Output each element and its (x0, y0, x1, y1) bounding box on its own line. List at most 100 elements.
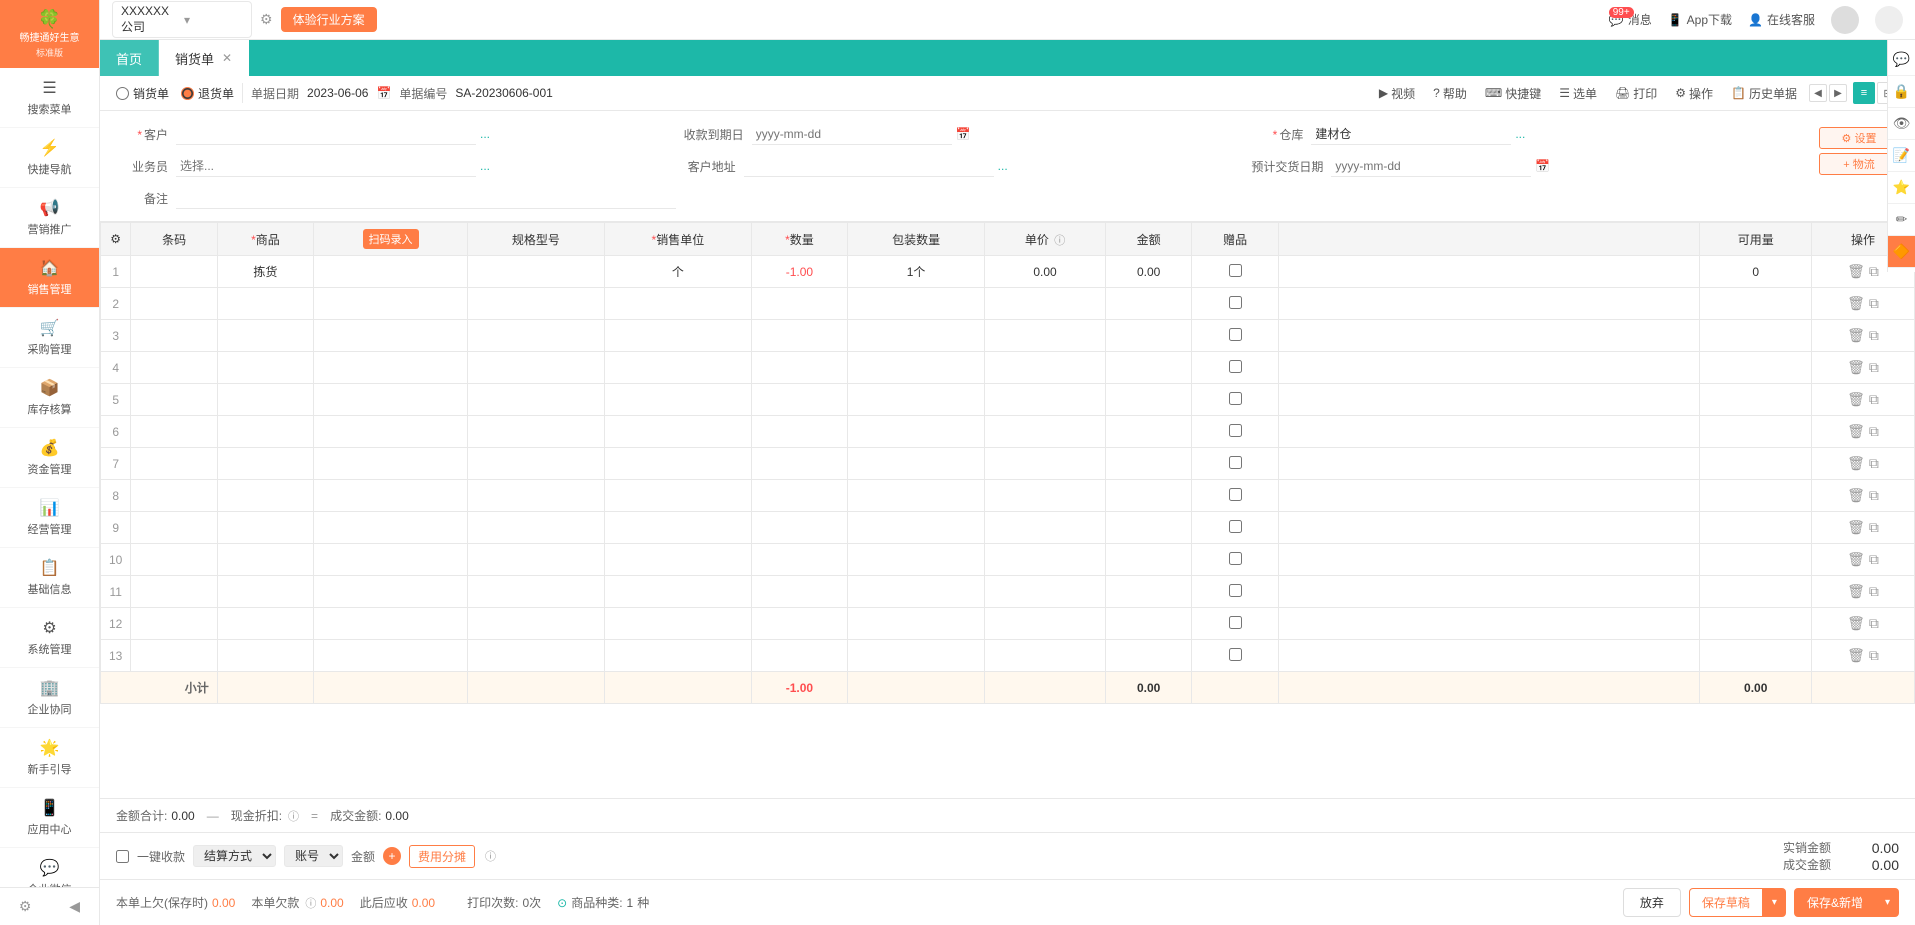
td-quantity[interactable] (751, 640, 847, 672)
td-spec[interactable] (467, 416, 604, 448)
td-quantity[interactable] (751, 384, 847, 416)
next-record-btn[interactable]: ▶ (1829, 84, 1847, 102)
gift-checkbox[interactable] (1229, 616, 1242, 629)
right-panel-alert-btn[interactable]: 🔶 (1888, 236, 1915, 268)
td-barcode[interactable] (131, 640, 217, 672)
th-settings[interactable]: ⚙ (101, 223, 131, 256)
tab-sales-order[interactable]: 销货单 ✕ (159, 40, 249, 76)
gift-checkbox[interactable] (1229, 392, 1242, 405)
td-product-1[interactable]: 拣货 (217, 256, 313, 288)
sales-order-radio[interactable] (116, 87, 129, 100)
td-unit[interactable] (604, 352, 751, 384)
td-quantity[interactable] (751, 320, 847, 352)
copy-row-1-btn[interactable]: ⧉ (1869, 263, 1879, 280)
settlement-method-select[interactable]: 结算方式 (193, 845, 276, 867)
discount-info-icon[interactable]: ⓘ (288, 808, 299, 824)
experience-btn[interactable]: 体验行业方案 (281, 7, 377, 32)
td-amount[interactable] (1105, 608, 1191, 640)
due-date-calendar-icon[interactable]: 📅 (956, 127, 971, 141)
save-new-dropdown-btn[interactable]: ▾ (1876, 888, 1899, 917)
sidebar-item-sales[interactable]: 🏠 销售管理 (0, 248, 99, 308)
td-unit[interactable] (604, 608, 751, 640)
td-unit[interactable] (604, 448, 751, 480)
prev-record-btn[interactable]: ◀ (1809, 84, 1827, 102)
print-btn[interactable]: 🖨 打印 (1609, 83, 1663, 104)
gift-checkbox[interactable] (1229, 328, 1242, 341)
help-btn[interactable]: ? 帮助 (1427, 83, 1473, 104)
customer-input[interactable] (176, 123, 476, 145)
gift-checkbox[interactable] (1229, 648, 1242, 661)
td-unit-price[interactable] (985, 288, 1106, 320)
gift-checkbox[interactable] (1229, 488, 1242, 501)
customer-address-input[interactable] (744, 155, 994, 177)
salesperson-input[interactable] (176, 155, 476, 177)
delivery-date-input[interactable] (1331, 155, 1531, 177)
td-pack-qty[interactable] (848, 640, 985, 672)
expense-split-info-icon[interactable]: ⓘ (485, 848, 496, 864)
list-view-btn[interactable]: ≡ (1853, 82, 1875, 104)
arrears-info-icon[interactable]: ⓘ (305, 895, 316, 911)
td-quantity[interactable] (751, 480, 847, 512)
td-amount[interactable] (1105, 576, 1191, 608)
copy-row-btn[interactable]: ⧉ (1869, 391, 1879, 408)
td-spec[interactable] (467, 480, 604, 512)
td-unit[interactable] (604, 416, 751, 448)
td-product[interactable] (217, 384, 313, 416)
td-amount[interactable] (1105, 352, 1191, 384)
td-gift-1[interactable] (1192, 256, 1278, 288)
one-click-payment-checkbox[interactable] (116, 850, 129, 863)
calendar-icon[interactable]: 📅 (376, 86, 391, 100)
td-product[interactable] (217, 448, 313, 480)
select-order-btn[interactable]: ☰ 选单 (1553, 83, 1603, 104)
td-spec[interactable] (467, 640, 604, 672)
user-avatar[interactable] (1831, 6, 1859, 34)
td-amount[interactable] (1105, 544, 1191, 576)
td-pack-qty[interactable] (848, 288, 985, 320)
add-payment-btn[interactable]: + (383, 847, 401, 865)
td-product[interactable] (217, 288, 313, 320)
td-pack-qty[interactable] (848, 320, 985, 352)
td-product[interactable] (217, 480, 313, 512)
sidebar-collapse-btn[interactable]: ◀ (69, 898, 80, 915)
salesperson-ellipsis-btn[interactable]: ... (480, 159, 490, 173)
gift-checkbox-1[interactable] (1229, 264, 1242, 277)
warehouse-input[interactable] (1311, 123, 1511, 145)
td-spec-1[interactable] (467, 256, 604, 288)
user-avatar-2[interactable] (1875, 6, 1903, 34)
td-pack-qty[interactable] (848, 480, 985, 512)
sidebar-item-finance[interactable]: 💰 资金管理 (0, 428, 99, 488)
td-barcode[interactable] (131, 608, 217, 640)
td-amount[interactable] (1105, 320, 1191, 352)
account-select[interactable]: 账号 (284, 845, 343, 867)
td-pack-qty[interactable] (848, 352, 985, 384)
gift-checkbox[interactable] (1229, 424, 1242, 437)
td-unit-price[interactable] (985, 640, 1106, 672)
delete-row-btn[interactable]: 🗑 (1847, 583, 1865, 600)
td-unit[interactable] (604, 384, 751, 416)
sidebar-item-operations[interactable]: 📊 经营管理 (0, 488, 99, 548)
delete-row-btn[interactable]: 🗑 (1847, 295, 1865, 312)
gift-checkbox[interactable] (1229, 552, 1242, 565)
td-unit-price[interactable] (985, 480, 1106, 512)
td-product[interactable] (217, 608, 313, 640)
td-spec[interactable] (467, 384, 604, 416)
copy-row-btn[interactable]: ⧉ (1869, 551, 1879, 568)
td-pack-qty[interactable] (848, 416, 985, 448)
delete-row-btn[interactable]: 🗑 (1847, 359, 1865, 376)
shortcut-btn[interactable]: ⌨ 快捷键 (1479, 83, 1547, 104)
td-barcode[interactable] (131, 320, 217, 352)
td-barcode[interactable] (131, 512, 217, 544)
due-date-input[interactable] (752, 123, 952, 145)
td-amount-1[interactable]: 0.00 (1105, 256, 1191, 288)
td-spec[interactable] (467, 544, 604, 576)
td-amount[interactable] (1105, 448, 1191, 480)
message-btn[interactable]: 💬 99+ 消息 (1609, 11, 1652, 28)
td-amount[interactable] (1105, 640, 1191, 672)
gift-checkbox[interactable] (1229, 296, 1242, 309)
sidebar-settings-btn[interactable]: ⚙ (19, 898, 32, 915)
gift-checkbox[interactable] (1229, 520, 1242, 533)
td-product[interactable] (217, 576, 313, 608)
td-quantity[interactable] (751, 448, 847, 480)
save-draft-dropdown-btn[interactable]: ▾ (1763, 888, 1786, 917)
delete-row-btn[interactable]: 🗑 (1847, 327, 1865, 344)
